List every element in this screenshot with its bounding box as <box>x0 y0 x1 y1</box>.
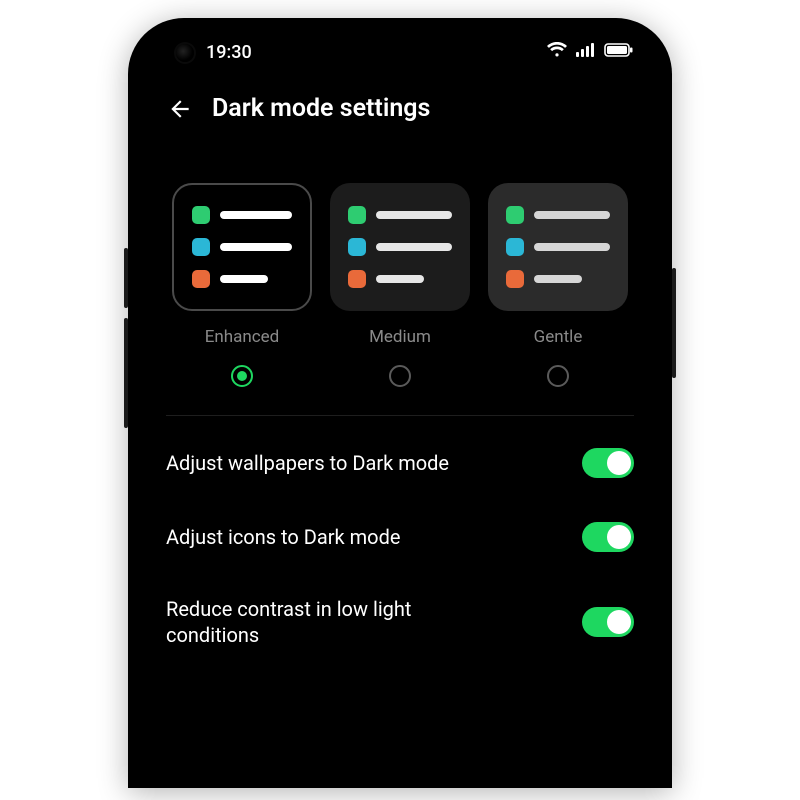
mode-label: Enhanced <box>205 327 280 347</box>
phone-frame: 19:30 <box>128 18 672 788</box>
mode-label: Medium <box>369 327 431 347</box>
power-button <box>672 268 676 378</box>
page-title: Dark mode settings <box>212 94 430 123</box>
setting-adjust-wallpapers[interactable]: Adjust wallpapers to Dark mode <box>166 426 634 500</box>
mode-preview-medium <box>330 183 470 311</box>
front-camera <box>176 44 194 62</box>
arrow-left-icon <box>167 96 193 122</box>
screen: 19:30 <box>142 30 658 788</box>
page-header: Dark mode settings <box>142 76 658 137</box>
mode-radio-enhanced[interactable] <box>231 365 253 387</box>
status-time: 19:30 <box>206 42 252 63</box>
mode-preview-gentle <box>488 183 628 311</box>
status-bar: 19:30 <box>142 30 658 76</box>
signal-icon <box>576 42 596 58</box>
volume-down-button <box>124 318 128 428</box>
mode-option-enhanced[interactable]: Enhanced <box>170 183 314 387</box>
setting-label: Reduce contrast in low light conditions <box>166 596 506 648</box>
mode-preview-enhanced <box>172 183 312 311</box>
setting-adjust-icons[interactable]: Adjust icons to Dark mode <box>166 500 634 574</box>
setting-label: Adjust wallpapers to Dark mode <box>166 450 449 476</box>
settings-list: Adjust wallpapers to Dark mode Adjust ic… <box>142 416 658 670</box>
mode-option-gentle[interactable]: Gentle <box>486 183 630 387</box>
status-right-icons <box>546 42 634 58</box>
toggle-reduce-contrast[interactable] <box>582 607 634 637</box>
setting-reduce-contrast[interactable]: Reduce contrast in low light conditions <box>166 574 634 670</box>
mode-radio-medium[interactable] <box>389 365 411 387</box>
toggle-adjust-wallpapers[interactable] <box>582 448 634 478</box>
toggle-adjust-icons[interactable] <box>582 522 634 552</box>
back-button[interactable] <box>166 95 194 123</box>
setting-label: Adjust icons to Dark mode <box>166 524 400 550</box>
dark-mode-styles: Enhanced Medium <box>142 137 658 387</box>
volume-up-button <box>124 248 128 308</box>
mode-radio-gentle[interactable] <box>547 365 569 387</box>
mode-label: Gentle <box>534 327 583 347</box>
wifi-icon <box>546 42 568 58</box>
battery-icon <box>604 42 634 58</box>
mode-option-medium[interactable]: Medium <box>328 183 472 387</box>
